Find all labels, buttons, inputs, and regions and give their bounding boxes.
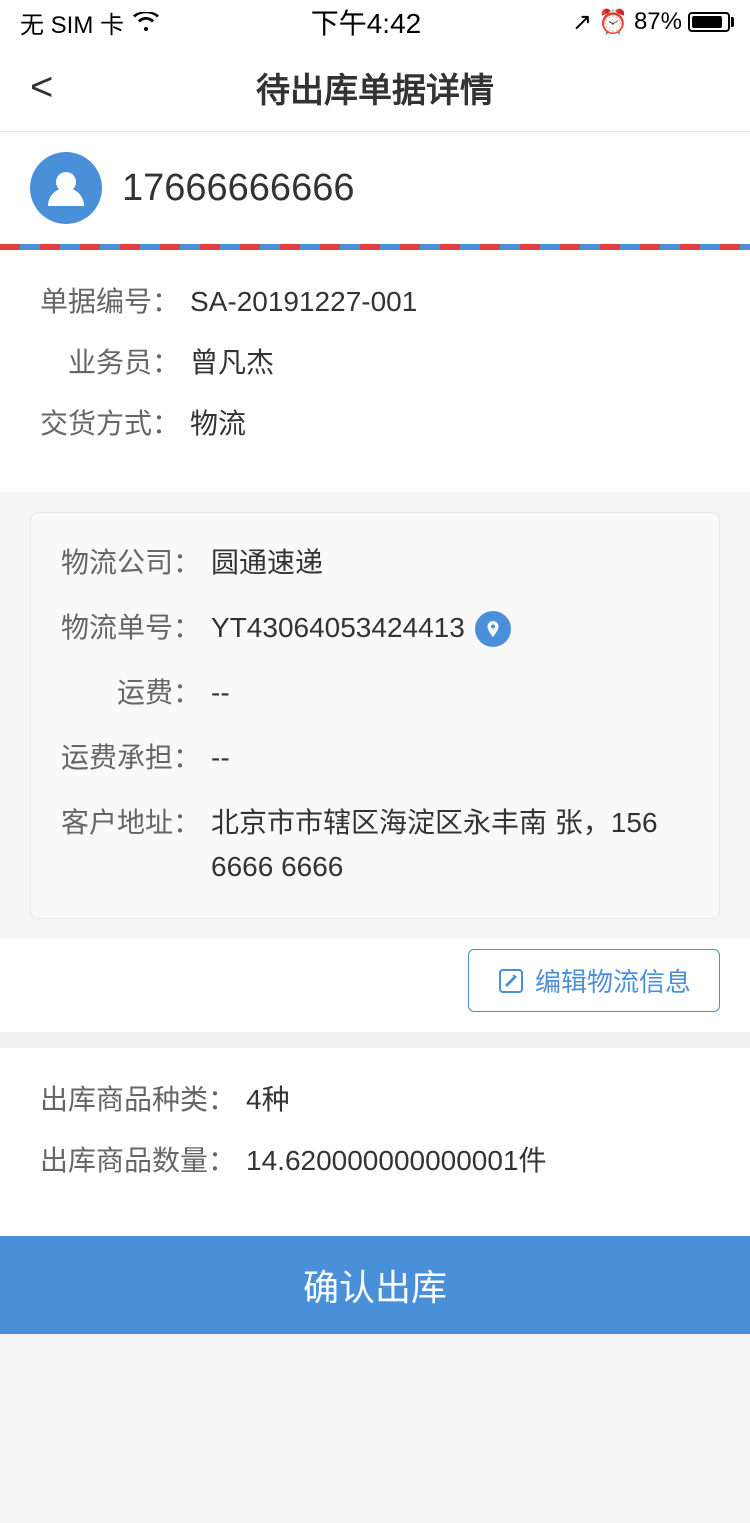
carrier-label: 无 SIM 卡 [20,5,124,40]
address-label: 客户地址： [61,801,201,846]
confirm-label: 确认出库 [303,1259,447,1311]
alarm-icon: ⏰ [598,8,628,37]
logistics-company-value: 圆通速递 [211,541,689,586]
avatar [30,152,102,224]
freight-bearer-value: -- [211,736,689,781]
track-location-button[interactable] [475,611,511,647]
section-separator [0,1032,750,1048]
logistics-company-label: 物流公司： [61,541,201,586]
logistics-card: 物流公司： 圆通速递 物流单号： YT43064053424413 运费： --… [30,512,720,919]
product-type-value: 4种 [246,1078,710,1123]
freight-bearer-row: 运费承担： -- [61,736,689,781]
salesman-row: 业务员： 曾凡杰 [40,341,710,386]
address-row: 客户地址： 北京市市辖区海淀区永丰南 张，156 6666 6666 [61,801,689,891]
order-number-value: SA-20191227-001 [190,280,710,325]
location-status-icon: ↗ [572,8,592,37]
delivery-value: 物流 [190,402,710,447]
status-left: 无 SIM 卡 [20,5,160,40]
tracking-value: YT43064053424413 [211,606,689,651]
status-right: ↗ ⏰ 87% [572,8,730,37]
status-bar: 无 SIM 卡 下午4:42 ↗ ⏰ 87% [0,0,750,44]
logistics-company-row: 物流公司： 圆通速递 [61,541,689,586]
freight-bearer-label: 运费承担： [61,736,201,781]
delivery-label: 交货方式： [40,402,180,447]
tracking-row: 物流单号： YT43064053424413 [61,606,689,651]
freight-value: -- [211,671,689,716]
salesman-label: 业务员： [40,341,180,386]
address-value: 北京市市辖区海淀区永丰南 张，156 6666 6666 [211,801,689,891]
summary-section: 出库商品种类： 4种 出库商品数量： 14.620000000000001件 [0,1048,750,1230]
edit-logistics-button[interactable]: 编辑物流信息 [468,949,720,1012]
back-button[interactable]: < [30,65,53,110]
product-type-row: 出库商品种类： 4种 [40,1078,710,1123]
edit-logistics-label: 编辑物流信息 [535,962,691,999]
customer-phone: 17666666666 [122,167,354,210]
freight-label: 运费： [61,671,201,716]
page-title: 待出库单据详情 [256,63,494,112]
nav-bar: < 待出库单据详情 [0,44,750,132]
order-info-section: 单据编号： SA-20191227-001 业务员： 曾凡杰 交货方式： 物流 [0,250,750,492]
salesman-value: 曾凡杰 [190,341,710,386]
product-quantity-label: 出库商品数量： [40,1139,236,1184]
battery-icon [688,12,730,32]
battery-percent: 87% [634,8,682,36]
confirm-bar[interactable]: 确认出库 [0,1236,750,1334]
product-type-label: 出库商品种类： [40,1078,236,1123]
edit-btn-row: 编辑物流信息 [0,939,750,1032]
status-time: 下午4:42 [311,2,422,42]
freight-row: 运费： -- [61,671,689,716]
order-number-label: 单据编号： [40,280,180,325]
product-quantity-row: 出库商品数量： 14.620000000000001件 [40,1139,710,1184]
bottom-spacer [0,1323,750,1523]
wifi-icon [132,12,160,32]
product-quantity-value: 14.620000000000001件 [246,1139,710,1184]
customer-header: 17666666666 [0,132,750,244]
order-number-row: 单据编号： SA-20191227-001 [40,280,710,325]
delivery-row: 交货方式： 物流 [40,402,710,447]
tracking-label: 物流单号： [61,606,201,651]
